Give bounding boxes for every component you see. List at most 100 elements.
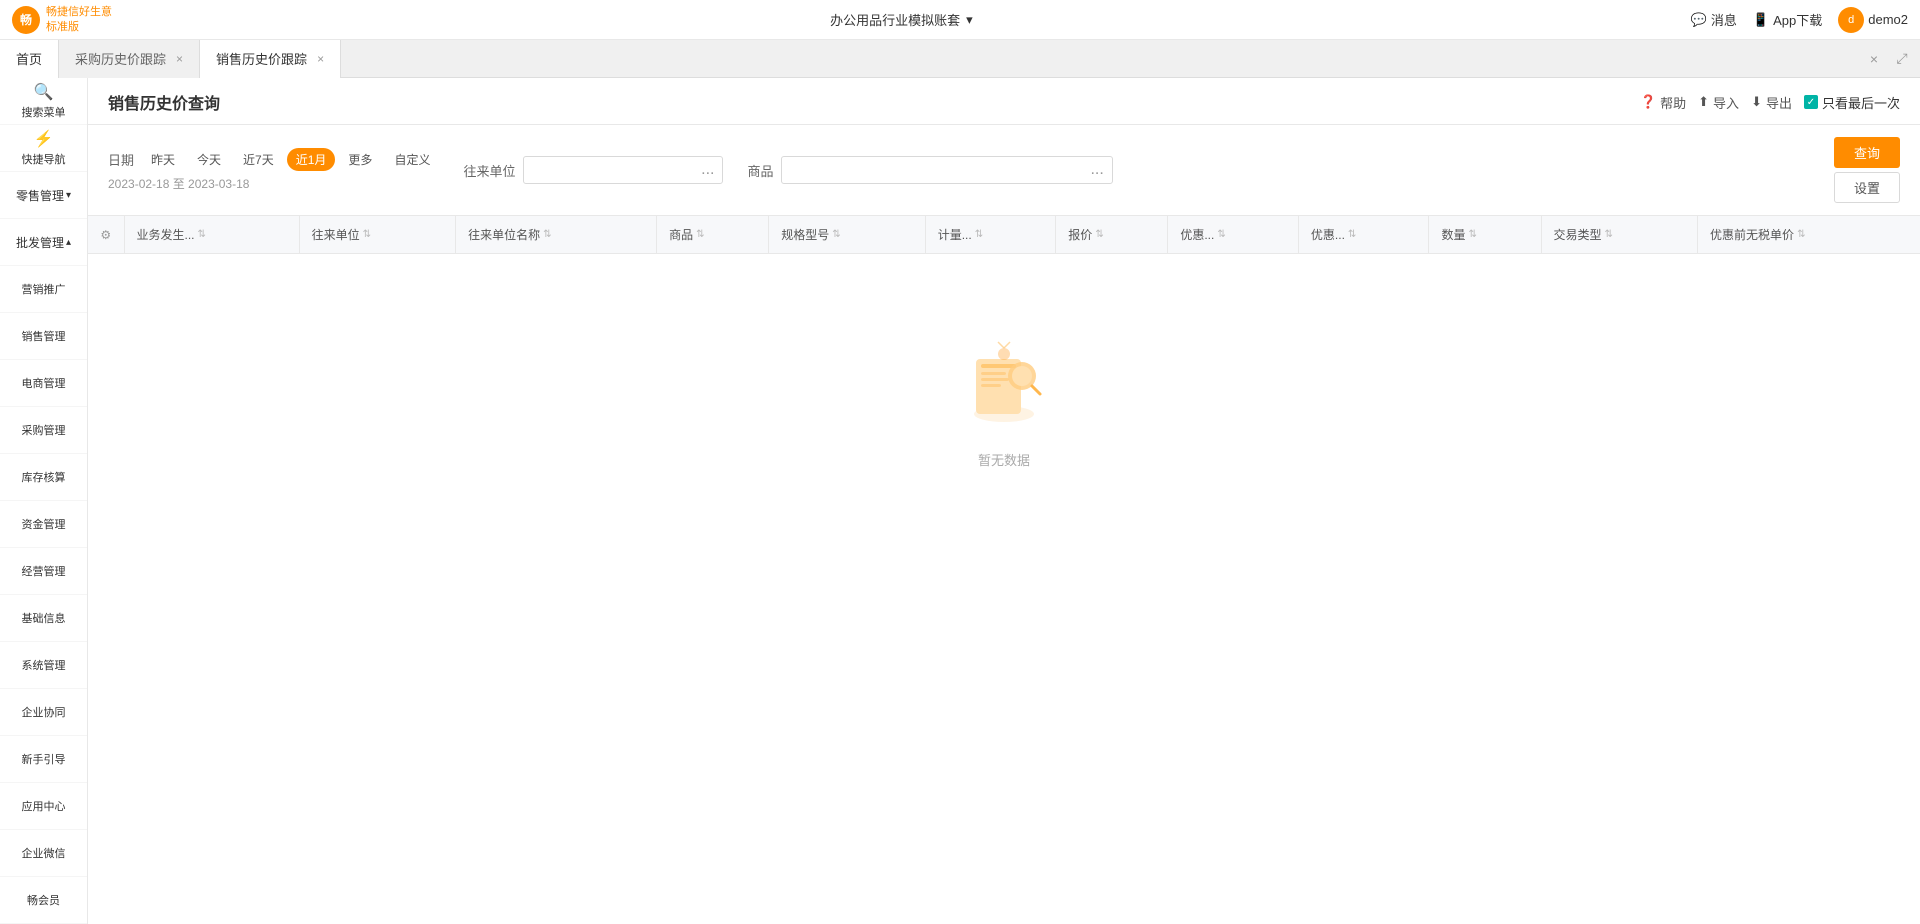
date-btn-7days[interactable]: 近7天	[234, 148, 283, 171]
th-product[interactable]: 商品 ⇅	[657, 216, 769, 254]
th-biz-date[interactable]: 业务发生... ⇅	[124, 216, 299, 254]
sort-icon: ⇅	[198, 229, 206, 240]
page-title-row: 销售历史价查询 ❓ 帮助 ⬆ 导入 ⬇ 导出 ✓	[108, 90, 1900, 124]
header-right: 💬 消息 📱 App下载 d demo2	[1691, 7, 1908, 33]
import-btn[interactable]: ⬆ 导入	[1698, 93, 1739, 112]
sidebar-item-finance[interactable]: 资金管理	[0, 501, 87, 548]
date-btn-custom[interactable]: 自定义	[385, 148, 439, 171]
sidebar-item-search-menu[interactable]: 🔍 搜索菜单	[0, 78, 87, 125]
th-quantity[interactable]: 数量 ⇅	[1429, 216, 1541, 254]
search-button[interactable]: 查询	[1834, 137, 1900, 168]
th-settings: ⚙	[88, 216, 124, 254]
window-controls: × ⤢	[1864, 49, 1920, 69]
tabbar: 首页 采购历史价跟踪 × 销售历史价跟踪 × × ⤢	[0, 40, 1920, 78]
date-btn-1month[interactable]: 近1月	[287, 148, 336, 171]
sidebar-item-basic-info[interactable]: 基础信息	[0, 595, 87, 642]
lightning-icon: ⚡	[34, 129, 54, 149]
sidebar-item-purchase[interactable]: 采购管理	[0, 407, 87, 454]
th-spec[interactable]: 规格型号 ⇅	[769, 216, 926, 254]
sidebar-item-weixin[interactable]: 企业微信	[0, 830, 87, 877]
sidebar-item-retail[interactable]: 零售管理 ▾	[0, 172, 87, 219]
column-settings-icon[interactable]: ⚙	[100, 228, 111, 242]
sidebar-item-marketing[interactable]: 营销推广	[0, 266, 87, 313]
sort-icon: ⇅	[1217, 229, 1225, 240]
user-area[interactable]: d demo2	[1838, 7, 1908, 33]
page-header: 销售历史价查询 ❓ 帮助 ⬆ 导入 ⬇ 导出 ✓	[88, 78, 1920, 125]
maximize-window-btn[interactable]: ⤢	[1892, 49, 1912, 69]
sort-icon: ⇅	[975, 229, 983, 240]
sort-icon: ⇅	[363, 229, 371, 240]
tab-purchase-close[interactable]: ×	[176, 52, 183, 66]
unit-filter-group: 往来单位 ...	[463, 156, 723, 184]
page-title: 销售历史价查询	[108, 90, 220, 114]
sort-icon: ⇅	[543, 229, 551, 240]
product-input[interactable]: ...	[781, 156, 1112, 184]
export-btn[interactable]: ⬇ 导出	[1751, 93, 1792, 112]
th-unit-name[interactable]: 往来单位名称 ⇅	[456, 216, 657, 254]
sort-icon: ⇅	[1797, 229, 1805, 240]
sidebar-item-membership[interactable]: 畅会员	[0, 877, 87, 924]
filter-row: 日期 昨天 今天 近7天 近1月 更多 自定义 2023-02-18 至 202…	[88, 125, 1920, 216]
page-actions: ❓ 帮助 ⬆ 导入 ⬇ 导出 ✓ 只看最后一次	[1640, 93, 1900, 112]
th-unit-code[interactable]: 往来单位 ⇅	[299, 216, 456, 254]
th-discount2[interactable]: 优惠... ⇅	[1298, 216, 1429, 254]
sidebar-item-quick-nav[interactable]: ⚡ 快捷导航	[0, 125, 87, 172]
sidebar-item-sales-mgmt[interactable]: 销售管理	[0, 313, 87, 360]
import-icon: ⬆	[1698, 94, 1709, 110]
sidebar-item-inventory[interactable]: 库存核算	[0, 454, 87, 501]
chevron-icon: ▾	[66, 190, 71, 201]
checkbox-icon: ✓	[1804, 95, 1818, 109]
export-icon: ⬇	[1751, 94, 1762, 110]
sidebar-item-enterprise[interactable]: 企业协同	[0, 689, 87, 736]
tab-purchase[interactable]: 采购历史价跟踪 ×	[59, 40, 200, 78]
empty-text: 暂无数据	[978, 450, 1030, 469]
message-btn[interactable]: 💬 消息	[1691, 10, 1737, 29]
date-btn-more[interactable]: 更多	[339, 148, 381, 171]
help-btn[interactable]: ❓ 帮助	[1640, 93, 1686, 112]
unit-input[interactable]: ...	[523, 156, 723, 184]
sidebar-item-app-center[interactable]: 应用中心	[0, 783, 87, 830]
only-last-checkbox[interactable]: ✓ 只看最后一次	[1804, 93, 1900, 112]
sidebar-item-wholesale[interactable]: 批发管理 ▴	[0, 219, 87, 266]
sort-icon: ⇅	[1469, 229, 1477, 240]
unit-input-dots: ...	[701, 161, 714, 179]
date-btn-yesterday[interactable]: 昨天	[142, 148, 184, 171]
app-download-btn[interactable]: 📱 App下载	[1753, 10, 1822, 29]
th-pretax-price[interactable]: 优惠前无税单价 ⇅	[1698, 216, 1920, 254]
sort-icon: ⇅	[832, 229, 840, 240]
sidebar-item-system[interactable]: 系统管理	[0, 642, 87, 689]
tab-sales[interactable]: 销售历史价跟踪 ×	[200, 40, 341, 78]
sort-icon: ⇅	[1095, 229, 1103, 240]
sidebar: 🔍 搜索菜单 ⚡ 快捷导航 零售管理 ▾ 批发管理 ▴ 营销推广 销售管理 电商…	[0, 78, 88, 924]
settings-button[interactable]: 设置	[1834, 172, 1900, 203]
date-filter-col: 日期 昨天 今天 近7天 近1月 更多 自定义 2023-02-18 至 202…	[108, 148, 439, 192]
chevron-down-icon: ▾	[966, 12, 973, 28]
sort-icon: ⇅	[1605, 229, 1613, 240]
help-icon: ❓	[1640, 94, 1656, 110]
th-discount1[interactable]: 优惠... ⇅	[1168, 216, 1299, 254]
workspace-selector[interactable]: 办公用品行业模拟账套 ▾	[830, 10, 973, 29]
sidebar-item-guide[interactable]: 新手引导	[0, 736, 87, 783]
sort-icon: ⇅	[1348, 229, 1356, 240]
data-table: ⚙ 业务发生... ⇅ 往来单位 ⇅	[88, 216, 1920, 549]
sidebar-item-operations[interactable]: 经营管理	[0, 548, 87, 595]
table-area: ⚙ 业务发生... ⇅ 往来单位 ⇅	[88, 216, 1920, 924]
date-buttons: 昨天 今天 近7天 近1月 更多 自定义	[142, 148, 439, 171]
tab-sales-close[interactable]: ×	[317, 52, 324, 66]
tab-home[interactable]: 首页	[0, 40, 59, 78]
close-window-btn[interactable]: ×	[1864, 49, 1884, 69]
avatar: d	[1838, 7, 1864, 33]
main-layout: 🔍 搜索菜单 ⚡ 快捷导航 零售管理 ▾ 批发管理 ▴ 营销推广 销售管理 电商…	[0, 78, 1920, 924]
th-unit[interactable]: 计量... ⇅	[925, 216, 1056, 254]
search-icon: 🔍	[34, 82, 54, 102]
sidebar-item-ecommerce[interactable]: 电商管理	[0, 360, 87, 407]
th-price[interactable]: 报价 ⇅	[1056, 216, 1168, 254]
empty-icon	[954, 334, 1054, 434]
content-area: 销售历史价查询 ❓ 帮助 ⬆ 导入 ⬇ 导出 ✓	[88, 78, 1920, 924]
date-filter-group: 日期 昨天 今天 近7天 近1月 更多 自定义	[108, 148, 439, 171]
logo-area: 畅 畅捷信好生意 标准版	[12, 5, 112, 34]
date-btn-today[interactable]: 今天	[188, 148, 230, 171]
th-trade-type[interactable]: 交易类型 ⇅	[1541, 216, 1698, 254]
header: 畅 畅捷信好生意 标准版 办公用品行业模拟账套 ▾ 💬 消息 📱 App下载 d…	[0, 0, 1920, 40]
date-range-display: 2023-02-18 至 2023-03-18	[108, 175, 439, 192]
